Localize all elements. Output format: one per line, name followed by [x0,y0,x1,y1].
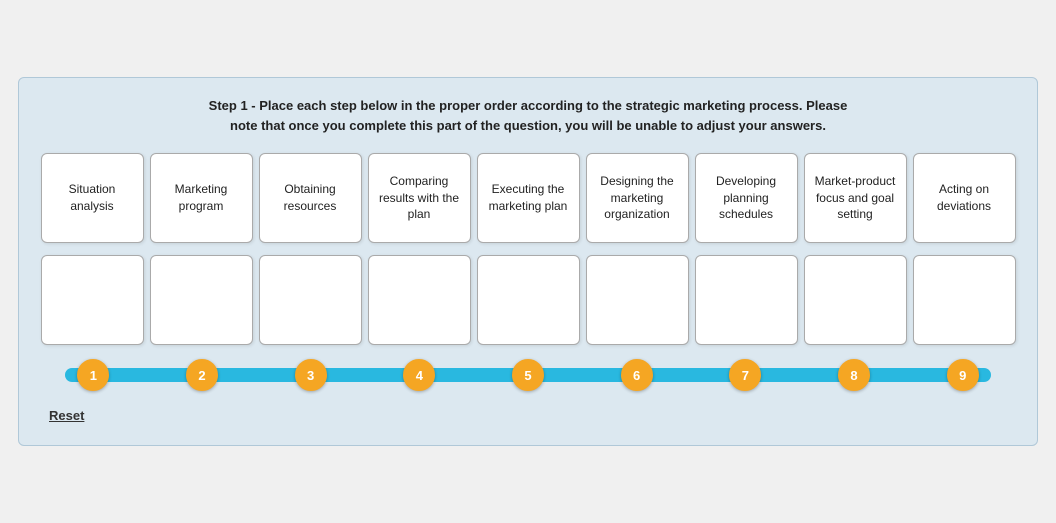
drop-slot-7[interactable] [695,255,798,345]
drop-slot-6[interactable] [586,255,689,345]
draggable-card-9[interactable]: Acting on deviations [913,153,1016,243]
drop-slot-5[interactable] [477,255,580,345]
timeline-node-5: 5 [474,359,583,391]
draggable-card-7[interactable]: Developing planning schedules [695,153,798,243]
cards-row: Situation analysisMarketing programObtai… [39,153,1017,243]
draggable-card-5[interactable]: Executing the marketing plan [477,153,580,243]
draggable-card-2[interactable]: Marketing program [150,153,253,243]
drop-row [39,255,1017,345]
reset-button[interactable]: Reset [49,408,84,423]
reset-row: Reset [39,407,1017,425]
main-container: Step 1 - Place each step below in the pr… [18,77,1038,446]
node-circle-1: 1 [77,359,109,391]
instruction-line1: Step 1 - Place each step below in the pr… [39,96,1017,116]
instruction-line2: note that once you complete this part of… [39,116,1017,136]
node-circle-4: 4 [403,359,435,391]
drop-slot-9[interactable] [913,255,1016,345]
drop-slot-8[interactable] [804,255,907,345]
timeline-node-6: 6 [582,359,691,391]
drop-slot-1[interactable] [41,255,144,345]
timeline-node-3: 3 [256,359,365,391]
timeline-node-2: 2 [148,359,257,391]
drop-slot-2[interactable] [150,255,253,345]
node-circle-7: 7 [729,359,761,391]
node-circle-9: 9 [947,359,979,391]
timeline-node-4: 4 [365,359,474,391]
instructions: Step 1 - Place each step below in the pr… [39,96,1017,135]
node-circle-3: 3 [295,359,327,391]
timeline-node-9: 9 [908,359,1017,391]
node-circle-8: 8 [838,359,870,391]
drop-slot-3[interactable] [259,255,362,345]
timeline-nodes: 1 2 3 4 5 6 7 8 9 [39,359,1017,391]
drop-slot-4[interactable] [368,255,471,345]
draggable-card-1[interactable]: Situation analysis [41,153,144,243]
timeline-node-7: 7 [691,359,800,391]
node-circle-2: 2 [186,359,218,391]
timeline-node-8: 8 [800,359,909,391]
draggable-card-8[interactable]: Market-product focus and goal setting [804,153,907,243]
draggable-card-6[interactable]: Designing the marketing organization [586,153,689,243]
timeline-row: 1 2 3 4 5 6 7 8 9 [39,359,1017,391]
node-circle-5: 5 [512,359,544,391]
draggable-card-3[interactable]: Obtaining resources [259,153,362,243]
timeline-node-1: 1 [39,359,148,391]
draggable-card-4[interactable]: Comparing results with the plan [368,153,471,243]
node-circle-6: 6 [621,359,653,391]
